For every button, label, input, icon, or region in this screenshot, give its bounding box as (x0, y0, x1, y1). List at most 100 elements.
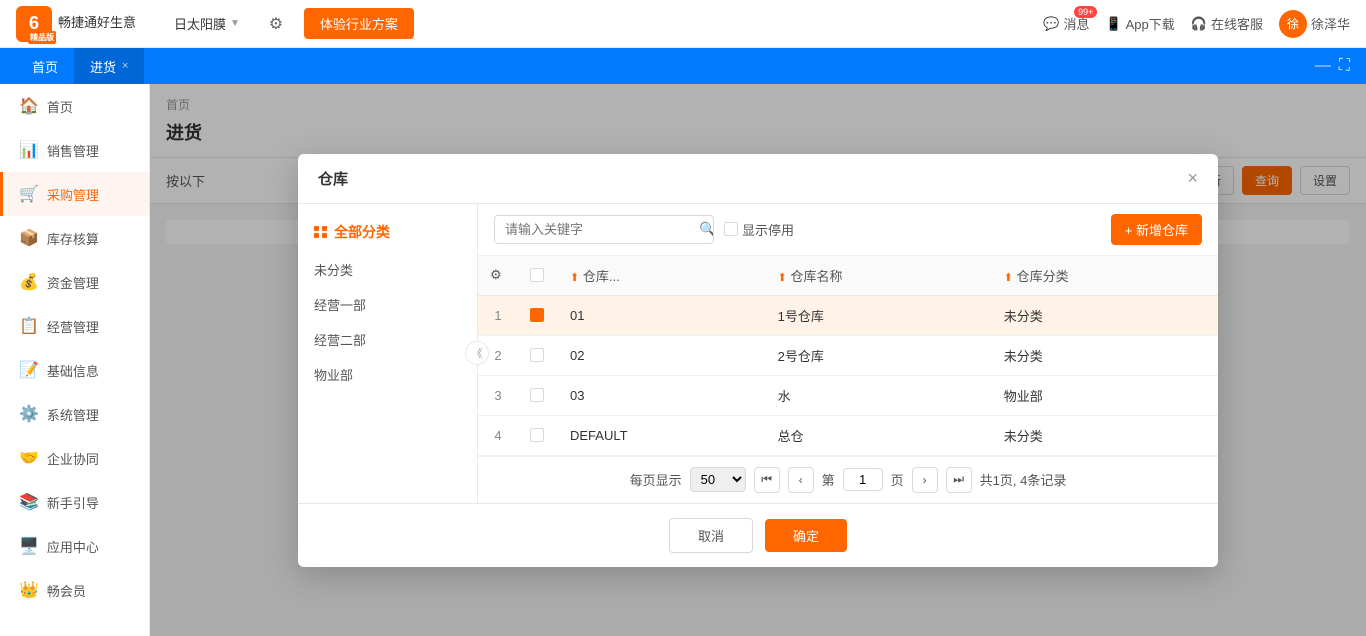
online-service-action[interactable]: 🎧 在线客服 (1191, 14, 1263, 33)
system-icon: ⚙️ (19, 404, 39, 424)
modal-close-button[interactable]: × (1187, 169, 1198, 187)
col-name: ⬆ 仓库名称 (766, 256, 992, 296)
row-num: 3 (478, 375, 518, 415)
first-page-button[interactable]: ⏮ (754, 467, 780, 493)
category-item-uncategorized[interactable]: 未分类 (298, 252, 477, 287)
prev-page-button[interactable]: ‹ (788, 467, 814, 493)
search-input[interactable] (495, 216, 691, 243)
app-center-icon: 🖥️ (19, 536, 39, 556)
sidebar-item-system[interactable]: ⚙️ 系统管理 (0, 392, 149, 436)
search-icon[interactable]: 🔍 (691, 221, 714, 238)
avatar: 徐 (1279, 10, 1307, 38)
left-panel: 全部分类 未分类 经营一部 经营二部 物业部 (298, 204, 478, 503)
tab-purchase[interactable]: 进货 × (74, 48, 144, 84)
category-item-ops2[interactable]: 经营二部 (298, 322, 477, 357)
settings-icon-btn[interactable]: ⚙ (260, 8, 292, 40)
add-warehouse-button[interactable]: + 新增仓库 (1111, 214, 1202, 245)
row-checkbox-cell[interactable] (518, 415, 558, 455)
top-header: 6 精品版 畅捷通好生意 日太阳膜 ▼ ⚙ 体验行业方案 💬 消息 99+ 📱 … (0, 0, 1366, 48)
last-page-button[interactable]: ⏭ (946, 467, 972, 493)
page-number-input[interactable] (843, 468, 883, 491)
content-area: 首页 进货 按以下 🖨 印 ↗ 导出 ↻ 刷新 查询 设置 仓库 (150, 84, 1366, 636)
logo-area: 6 精品版 畅捷通好生意 (16, 6, 166, 42)
next-page-button[interactable]: › (912, 467, 938, 493)
app-download-action[interactable]: 📱 App下载 (1105, 14, 1174, 33)
finance-icon: 💰 (19, 272, 39, 292)
newbie-icon: 📚 (19, 492, 39, 512)
per-page-select[interactable]: 50 100 (690, 467, 746, 492)
store-selector[interactable]: 日太阳膜 ▼ (166, 10, 248, 37)
settings-col-icon: ⚙ (490, 267, 502, 282)
disabled-checkbox[interactable] (724, 222, 738, 236)
sidebar-item-basic-info[interactable]: 📝 基础信息 (0, 348, 149, 392)
modal-header: 仓库 × (298, 154, 1218, 204)
logo-badge: 精品版 (28, 31, 56, 44)
phone-icon: 📱 (1105, 16, 1121, 32)
message-icon: 💬 (1043, 16, 1059, 32)
headphone-icon: 🎧 (1191, 16, 1207, 32)
enterprise-icon: 🤝 (19, 448, 39, 468)
modal-title: 仓库 (318, 168, 348, 189)
pagination: 每页显示 50 100 ⏮ ‹ 第 页 › ⏭ 共 (478, 456, 1218, 503)
trial-button[interactable]: 体验行业方案 (304, 8, 414, 39)
table-row[interactable]: 2 02 2号仓库 未分类 (478, 335, 1218, 375)
row-category: 未分类 (992, 335, 1218, 375)
table-wrap: ⚙ ⬆ 仓库... (478, 256, 1218, 456)
tab-home[interactable]: 首页 (16, 48, 74, 84)
col-checkbox (518, 256, 558, 296)
table-row[interactable]: 4 DEFAULT 总仓 未分类 (478, 415, 1218, 455)
sidebar-item-home[interactable]: 🏠 首页 (0, 84, 149, 128)
maximize-icon[interactable]: ⛶ (1339, 57, 1350, 75)
sidebar-item-operations[interactable]: 📋 经营管理 (0, 304, 149, 348)
all-category-item[interactable]: 全部分类 (298, 216, 477, 252)
warehouse-table: ⚙ ⬆ 仓库... (478, 256, 1218, 456)
sales-icon: 📊 (19, 140, 39, 160)
modal-body: 全部分类 未分类 经营一部 经营二部 物业部 (298, 204, 1218, 503)
collapse-panel-button[interactable]: 《 (465, 341, 489, 365)
sidebar-item-sales[interactable]: 📊 销售管理 (0, 128, 149, 172)
sort-icon: ⬆ (570, 272, 579, 284)
message-action[interactable]: 💬 消息 99+ (1043, 14, 1089, 33)
sidebar-item-app-center[interactable]: 🖥️ 应用中心 (0, 524, 149, 568)
row-code: DEFAULT (558, 415, 766, 455)
category-item-property[interactable]: 物业部 (298, 357, 477, 392)
select-all-checkbox[interactable] (530, 268, 544, 282)
logo-text: 畅捷通好生意 (58, 15, 136, 32)
home-icon: 🏠 (19, 96, 39, 116)
cancel-button[interactable]: 取消 (669, 518, 753, 553)
table-header-row: ⚙ ⬆ 仓库... (478, 256, 1218, 296)
row-name: 水 (766, 375, 992, 415)
nav-tab-controls: — ⛶ (1315, 57, 1350, 75)
sidebar-item-member[interactable]: 👑 畅会员 (0, 568, 149, 612)
confirm-button[interactable]: 确定 (765, 519, 847, 552)
minimize-icon[interactable]: — (1315, 57, 1331, 75)
table-row[interactable]: 1 01 1号仓库 未分类 (478, 295, 1218, 335)
nav-tabs: 首页 进货 × — ⛶ (0, 48, 1366, 84)
search-input-wrap: 🔍 (494, 215, 714, 244)
table-row[interactable]: 3 03 水 物业部 (478, 375, 1218, 415)
warehouse-modal: 仓库 × 全部分类 (298, 154, 1218, 567)
sidebar-item-finance[interactable]: 💰 资金管理 (0, 260, 149, 304)
sidebar-item-inventory[interactable]: 📦 库存核算 (0, 216, 149, 260)
sidebar-item-purchase[interactable]: 🛒 采购管理 (0, 172, 149, 216)
row-name: 2号仓库 (766, 335, 992, 375)
sidebar-item-enterprise[interactable]: 🤝 企业协同 (0, 436, 149, 480)
row-code: 02 (558, 335, 766, 375)
message-badge: 99+ (1074, 6, 1097, 18)
row-checkbox-cell[interactable] (518, 375, 558, 415)
row-name: 1号仓库 (766, 295, 992, 335)
purchase-icon: 🛒 (19, 184, 39, 204)
operations-icon: 📋 (19, 316, 39, 336)
tab-close-icon[interactable]: × (122, 60, 128, 72)
user-area[interactable]: 徐 徐泽华 (1279, 10, 1350, 38)
row-checkbox-cell[interactable] (518, 335, 558, 375)
col-settings: ⚙ (478, 256, 518, 296)
header-center: 日太阳膜 ▼ ⚙ 体验行业方案 (166, 8, 1043, 40)
row-checkbox-cell[interactable] (518, 295, 558, 335)
basic-info-icon: 📝 (19, 360, 39, 380)
sidebar: 🏠 首页 📊 销售管理 🛒 采购管理 📦 库存核算 💰 资金管理 📋 经营管理 … (0, 84, 150, 636)
right-toolbar: 🔍 显示停用 + 新增仓库 (478, 204, 1218, 256)
show-disabled-checkbox[interactable]: 显示停用 (724, 220, 794, 239)
category-item-ops1[interactable]: 经营一部 (298, 287, 477, 322)
sidebar-item-newbie[interactable]: 📚 新手引导 (0, 480, 149, 524)
